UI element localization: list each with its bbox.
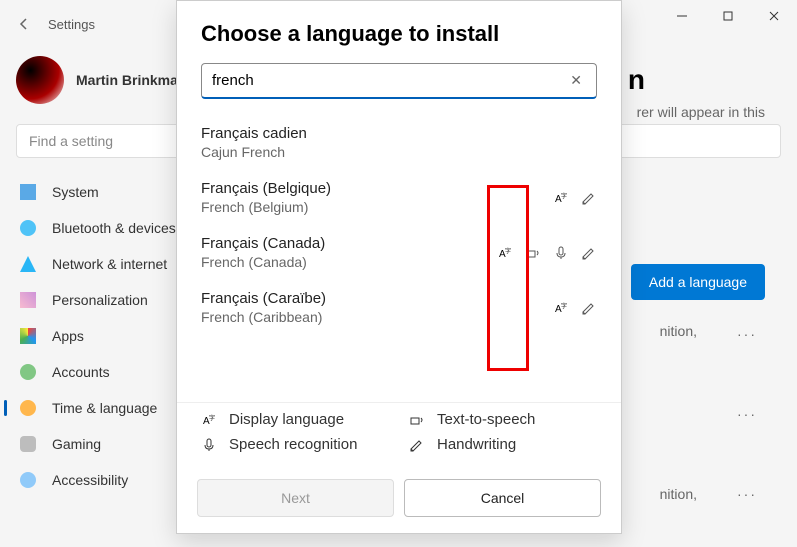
language-list: Français cadien Cajun French Français (B… (177, 111, 621, 402)
dialog-title: Choose a language to install (177, 1, 621, 55)
dialog-buttons: Next Cancel (177, 469, 621, 533)
more-button-3[interactable]: ··· (737, 486, 757, 502)
window-controls (659, 0, 797, 32)
legend-display: A字 Display language (201, 411, 389, 428)
handwriting-icon (581, 300, 597, 316)
dialog-search[interactable]: ✕ (201, 63, 597, 99)
svg-text:字: 字 (505, 247, 511, 255)
cancel-button[interactable]: Cancel (404, 479, 601, 517)
legend-tts: Text-to-speech (409, 411, 597, 428)
display-language-icon: A字 (553, 190, 569, 206)
add-language-button[interactable]: Add a language (631, 264, 765, 300)
language-item-cajun[interactable]: Français cadien Cajun French (177, 115, 621, 170)
language-item-canada[interactable]: Français (Canada) French (Canada) A字 (177, 225, 621, 280)
legend-speech: Speech recognition (201, 436, 389, 453)
svg-text:字: 字 (561, 302, 567, 310)
svg-text:字: 字 (561, 192, 567, 200)
row-text-2: nition, (660, 486, 697, 502)
dialog-search-input[interactable] (212, 72, 566, 89)
speech-icon (553, 245, 569, 261)
back-button[interactable] (12, 12, 36, 36)
minimize-button[interactable] (659, 0, 705, 32)
svg-text:字: 字 (209, 414, 215, 422)
language-dialog: Choose a language to install ✕ Français … (176, 0, 622, 534)
next-button[interactable]: Next (197, 479, 394, 517)
legend-handwriting: Handwriting (409, 436, 597, 453)
handwriting-icon (581, 245, 597, 261)
feature-legend: A字 Display language Text-to-speech Speec… (177, 402, 621, 469)
display-language-icon: A字 (497, 245, 513, 261)
maximize-button[interactable] (705, 0, 751, 32)
language-item-belgium[interactable]: Français (Belgique) French (Belgium) A字 (177, 170, 621, 225)
tts-icon (525, 245, 541, 261)
handwriting-icon (581, 190, 597, 206)
more-button-2[interactable]: ··· (737, 406, 757, 422)
avatar (16, 56, 64, 104)
language-item-caribbean[interactable]: Français (Caraïbe) French (Caribbean) A字 (177, 280, 621, 335)
search-placeholder: Find a setting (29, 133, 113, 149)
display-language-icon: A字 (553, 300, 569, 316)
close-button[interactable] (751, 0, 797, 32)
window-title: Settings (48, 17, 95, 32)
profile-name: Martin Brinkman (76, 72, 186, 88)
row-text: nition, (660, 323, 697, 339)
clear-search-icon[interactable]: ✕ (566, 72, 586, 89)
more-button-1[interactable]: ··· (737, 326, 757, 342)
